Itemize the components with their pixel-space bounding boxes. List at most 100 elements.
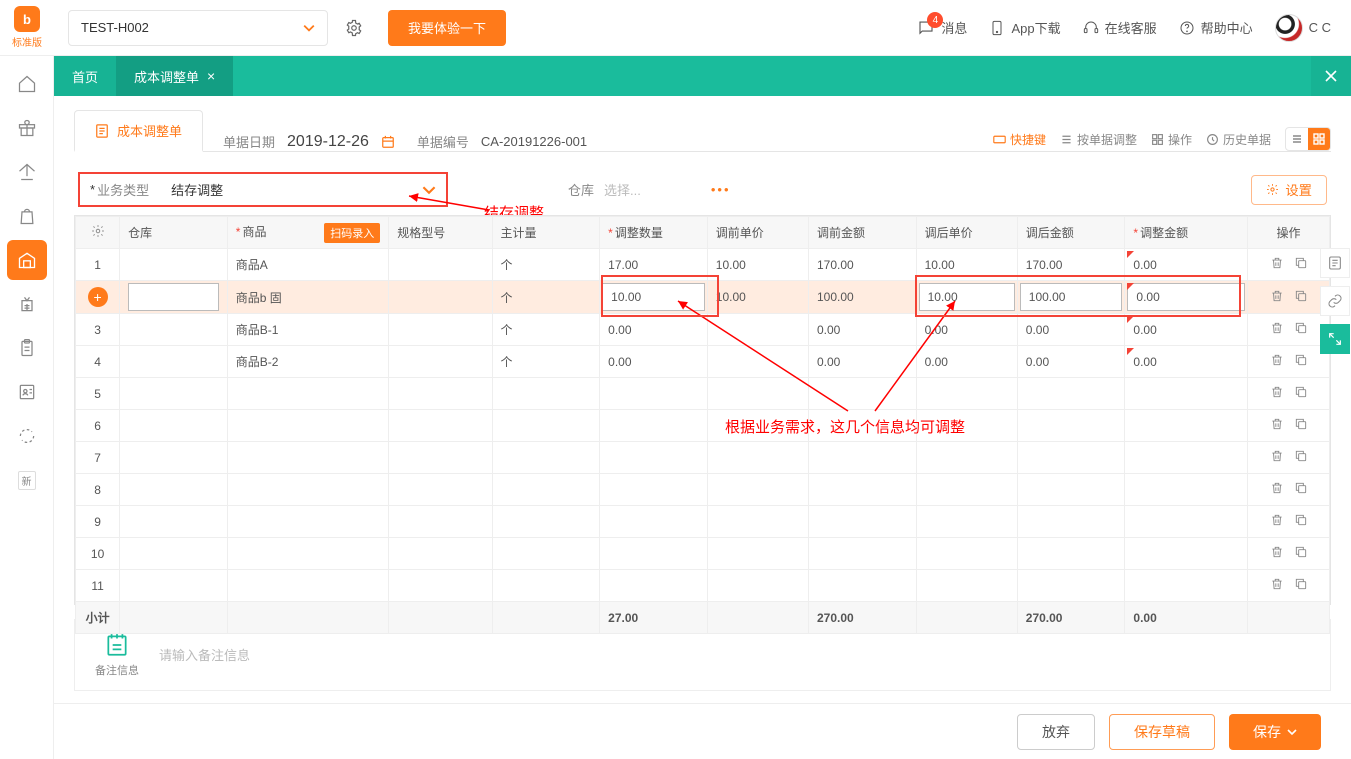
app-download-link[interactable]: App下载	[989, 18, 1060, 37]
sidebar-warehouse-icon[interactable]	[7, 240, 47, 280]
rail-expand-icon[interactable]	[1320, 324, 1350, 354]
copy-icon[interactable]	[1294, 545, 1308, 562]
table-row[interactable]: 4商品B-2个0.000.000.000.000.00	[76, 346, 1330, 378]
copy-icon[interactable]	[1294, 353, 1308, 370]
delete-icon[interactable]	[1270, 353, 1284, 370]
table-row[interactable]: 5	[76, 378, 1330, 410]
copy-icon[interactable]	[1294, 289, 1308, 306]
settings-button[interactable]: 设置	[1251, 175, 1327, 205]
table-row[interactable]: 9	[76, 506, 1330, 538]
table-row[interactable]: 7	[76, 442, 1330, 474]
sidebar-profile-icon[interactable]	[7, 372, 47, 412]
help-icon	[1179, 20, 1195, 36]
scan-entry-badge[interactable]: 扫码录入	[324, 223, 380, 243]
table-row[interactable]: 3商品B-1个0.000.000.000.000.00	[76, 314, 1330, 346]
per-bill-action[interactable]: 按单据调整	[1060, 131, 1137, 148]
history-action[interactable]: 历史单据	[1206, 131, 1271, 148]
document-tab[interactable]: 成本调整单	[74, 110, 203, 152]
remarks-input[interactable]	[159, 648, 1310, 663]
table-row[interactable]: 6	[76, 410, 1330, 442]
user-menu[interactable]: C C	[1275, 14, 1331, 42]
delete-icon[interactable]	[1270, 289, 1284, 306]
delete-icon[interactable]	[1270, 449, 1284, 466]
col-post-amt: 调后金额	[1017, 217, 1125, 249]
top-right-nav: 4 消息 App下载 在线客服 帮助中心 C C	[917, 14, 1331, 42]
copy-icon[interactable]	[1294, 417, 1308, 434]
help-center-link[interactable]: 帮助中心	[1179, 18, 1253, 37]
sidebar-clipboard-icon[interactable]	[7, 328, 47, 368]
copy-icon[interactable]	[1294, 256, 1308, 273]
table-row[interactable]: 1商品A个17.0010.00170.0010.00170.000.00	[76, 249, 1330, 281]
tab-cost-adjustment[interactable]: 成本调整单 ×	[116, 56, 233, 96]
sidebar-upload-icon[interactable]	[7, 152, 47, 192]
delete-icon[interactable]	[1270, 385, 1284, 402]
delete-icon[interactable]	[1270, 545, 1284, 562]
delete-icon[interactable]	[1270, 481, 1284, 498]
view-list-icon[interactable]	[1286, 128, 1308, 150]
table-row[interactable]: 11	[76, 570, 1330, 602]
view-grid-icon[interactable]	[1308, 128, 1330, 150]
operation-action[interactable]: 操作	[1151, 131, 1192, 148]
table-row[interactable]: 8	[76, 474, 1330, 506]
tabs-close-all-icon[interactable]	[1311, 56, 1351, 96]
sidebar-gift-icon[interactable]	[7, 108, 47, 148]
headset-icon	[1083, 20, 1099, 36]
post-price-input[interactable]: 10.00	[919, 283, 1015, 311]
sidebar-new-icon[interactable]: 新	[7, 460, 47, 500]
copy-icon[interactable]	[1294, 577, 1308, 594]
sidebar-money-icon[interactable]	[7, 284, 47, 324]
more-icon[interactable]: •••	[711, 182, 731, 197]
tab-close-icon[interactable]: ×	[207, 68, 215, 84]
chevron-down-icon	[1287, 727, 1297, 737]
col-pre-price: 调前单价	[707, 217, 808, 249]
left-sidebar: 新	[0, 56, 54, 759]
copy-icon[interactable]	[1294, 513, 1308, 530]
col-settings-icon[interactable]	[76, 217, 120, 249]
try-experience-button[interactable]: 我要体验一下	[388, 10, 506, 46]
customer-service-link[interactable]: 在线客服	[1083, 18, 1157, 37]
rail-note-icon[interactable]	[1320, 248, 1350, 278]
view-toggle[interactable]	[1285, 127, 1331, 151]
table-row[interactable]: 10	[76, 538, 1330, 570]
adj-amt-input[interactable]: 0.00	[1127, 283, 1245, 311]
sidebar-sync-icon[interactable]	[7, 416, 47, 456]
warehouse-filter[interactable]: 仓库 选择... •••	[568, 180, 731, 199]
warehouse-select[interactable]: TEST-H002	[68, 10, 328, 46]
save-draft-button[interactable]: 保存草稿	[1109, 714, 1215, 750]
copy-icon[interactable]	[1294, 321, 1308, 338]
delete-icon[interactable]	[1270, 513, 1284, 530]
col-ops: 操作	[1248, 217, 1330, 249]
rail-link-icon[interactable]	[1320, 286, 1350, 316]
delete-icon[interactable]	[1270, 256, 1284, 273]
tab-home[interactable]: 首页	[54, 56, 116, 96]
sidebar-bag-icon[interactable]	[7, 196, 47, 236]
post-amt-input[interactable]: 100.00	[1020, 283, 1123, 311]
col-warehouse: 仓库	[120, 217, 228, 249]
messages-link[interactable]: 4 消息	[917, 18, 967, 37]
chevron-down-icon	[422, 183, 436, 197]
col-spec: 规格型号	[389, 217, 492, 249]
notepad-icon	[104, 632, 130, 658]
delete-icon[interactable]	[1270, 577, 1284, 594]
required-marker: *	[90, 182, 95, 197]
business-type-select[interactable]: * 业务类型 结存调整	[78, 172, 448, 207]
sidebar-home-icon[interactable]	[7, 64, 47, 104]
delete-icon[interactable]	[1270, 417, 1284, 434]
discard-button[interactable]: 放弃	[1017, 714, 1095, 750]
hotkey-action[interactable]: 快捷键	[993, 131, 1046, 148]
delete-icon[interactable]	[1270, 321, 1284, 338]
warehouse-input[interactable]	[128, 283, 219, 311]
save-button[interactable]: 保存	[1229, 714, 1321, 750]
copy-icon[interactable]	[1294, 449, 1308, 466]
copy-icon[interactable]	[1294, 385, 1308, 402]
table-wrapper: 仓库 *商品扫码录入 规格型号 主计量 *调整数量 调前单价 调前金额 调后单价…	[74, 215, 1331, 605]
logo-icon: b	[14, 6, 40, 32]
calendar-icon[interactable]	[381, 135, 395, 149]
copy-icon[interactable]	[1294, 481, 1308, 498]
logo: b 标准版	[0, 6, 54, 49]
qty-input[interactable]: 10.00	[602, 283, 705, 311]
settings-gear-button[interactable]	[338, 12, 370, 44]
date-value[interactable]: 2019-12-26	[287, 133, 369, 151]
table-row[interactable]: +商品b 固个10.0010.00100.0010.00100.000.00	[76, 281, 1330, 314]
add-row-icon[interactable]: +	[88, 287, 108, 307]
